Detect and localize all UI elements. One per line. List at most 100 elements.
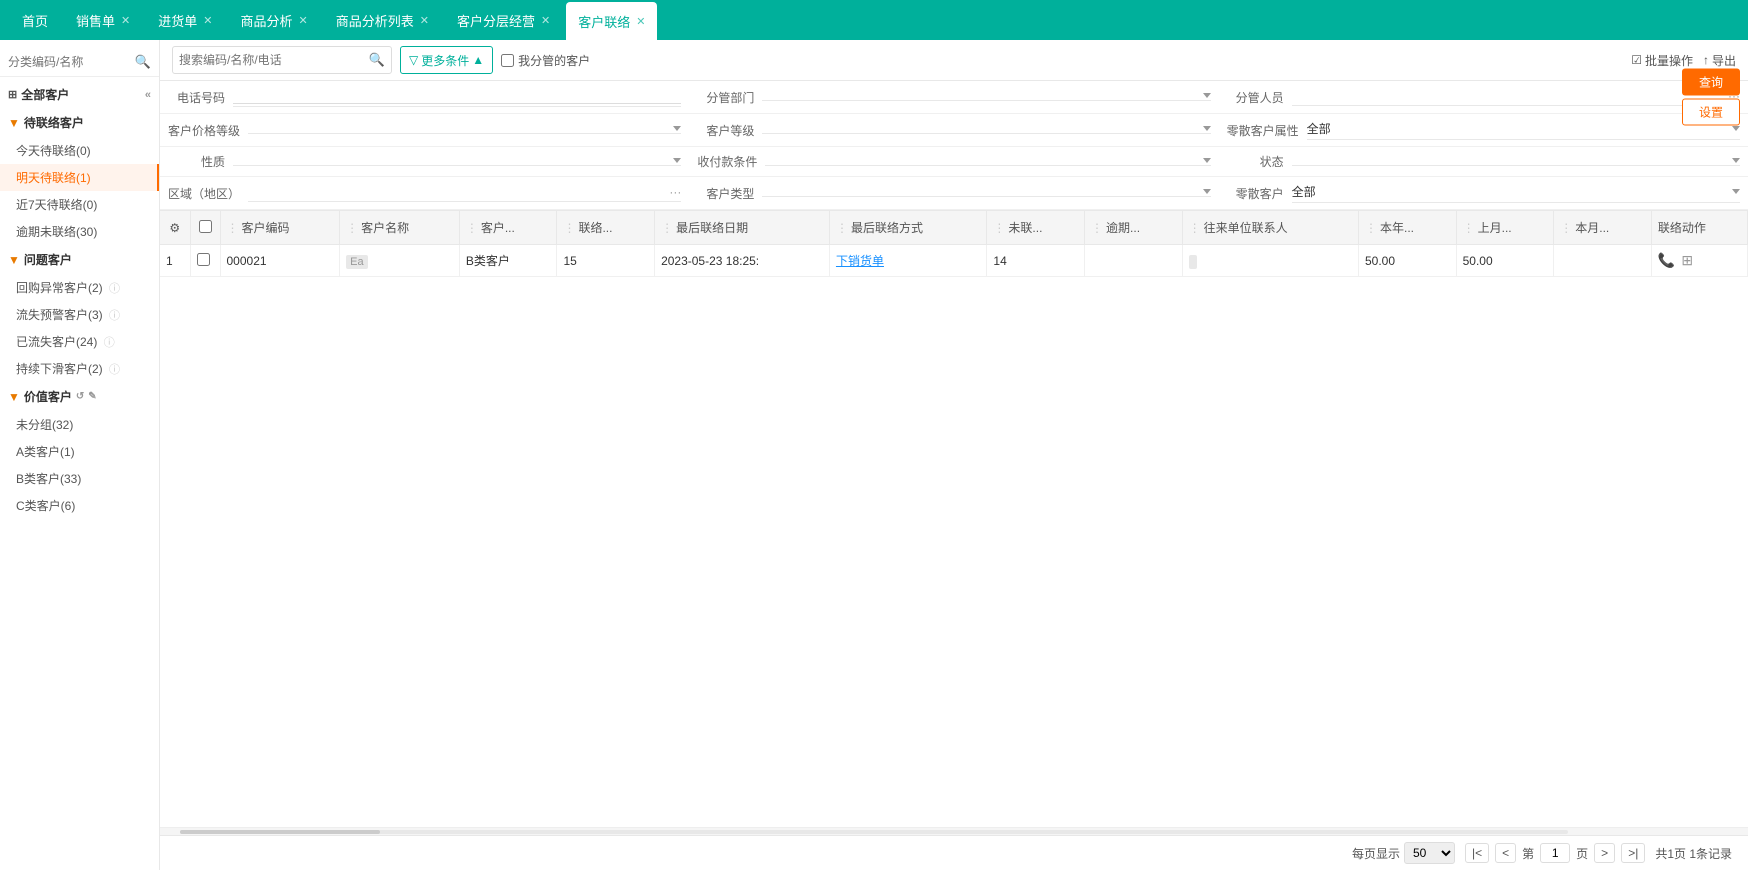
filter-retail-attr-select[interactable]: 全部 (1307, 120, 1740, 140)
reset-button[interactable]: 设置 (1682, 99, 1740, 126)
prev-page-button[interactable]: < (1495, 843, 1516, 863)
phone-action-icon[interactable]: 📞 (1658, 252, 1675, 269)
sidebar-item-churned[interactable]: 已流失客户(24) ⓘ (0, 328, 159, 355)
grid-action-icon[interactable]: ⊞ (1681, 252, 1693, 269)
sidebar-item-overdue-contact[interactable]: 逾期未联络(30) (0, 218, 159, 245)
close-icon[interactable]: ✕ (299, 14, 308, 27)
th-checkbox[interactable] (190, 211, 220, 245)
sidebar-item-7days-contact[interactable]: 近7天待联络(0) (0, 191, 159, 218)
td-current-year: 50.00 (1359, 245, 1457, 277)
select-all-checkbox[interactable] (199, 220, 212, 233)
page-input[interactable] (1540, 843, 1570, 863)
nav-tab-sales[interactable]: 销售单 ✕ (64, 0, 142, 40)
filter-region-value[interactable]: ··· (248, 185, 681, 202)
th-contact-count[interactable]: ⋮联络... (557, 211, 655, 245)
table-row: 1 000021 Ea B类客户 15 2023-05-23 18:25: 下销… (160, 245, 1748, 277)
next-page-button[interactable]: > (1594, 843, 1615, 863)
nav-tab-analysis-list[interactable]: 商品分析列表 ✕ (324, 0, 441, 40)
export-button[interactable]: ↑ 导出 (1703, 52, 1736, 69)
th-actions: 联络动作 (1651, 211, 1747, 245)
filter-manager-label: 分管人员 (1227, 89, 1292, 106)
close-icon[interactable]: ✕ (121, 14, 130, 27)
chevron-down-icon (1203, 158, 1211, 163)
sidebar-item-abnormal-repurchase[interactable]: 回购异常客户(2) ⓘ (0, 274, 159, 301)
chevron-down-icon (1732, 189, 1740, 194)
filter-manager-value[interactable]: ··· (1292, 89, 1740, 106)
filter-status: 状态 (1219, 147, 1748, 177)
td-checkbox[interactable] (190, 245, 220, 277)
sidebar-item-class-a[interactable]: A类客户(1) (0, 438, 159, 465)
sidebar-item-churn-warning[interactable]: 流失预警客户(3) ⓘ (0, 301, 159, 328)
th-last-month[interactable]: ⋮上月... (1456, 211, 1554, 245)
sidebar-search-input[interactable] (8, 55, 135, 69)
filter-phone-input[interactable] (233, 87, 681, 104)
td-last-contact-method[interactable]: 下销货单 (829, 245, 986, 277)
chevron-down-icon (673, 158, 681, 163)
first-page-button[interactable]: |< (1465, 843, 1489, 863)
filter-payment-select[interactable] (765, 158, 1210, 166)
sidebar-item-class-c[interactable]: C类客户(6) (0, 492, 159, 519)
filter-nature-select[interactable] (233, 158, 681, 166)
filter-customer-type-label: 客户类型 (697, 185, 762, 202)
customer-table: ⚙ ⋮客户编码 ⋮客户名称 ⋮客户... ⋮联络... ⋮最后联络日期 ⋮最后联… (160, 211, 1748, 277)
filter-price-level-label: 客户价格等级 (168, 122, 248, 139)
filter-dept-select[interactable] (762, 93, 1210, 101)
th-last-contact-method[interactable]: ⋮最后联络方式 (829, 211, 986, 245)
horizontal-scrollbar[interactable] (160, 827, 1748, 835)
filter-customer-level-select[interactable] (762, 126, 1210, 134)
filter-actions: 查询 设置 (1682, 69, 1740, 126)
collapse-icon[interactable]: « (145, 89, 151, 101)
query-button[interactable]: 查询 (1682, 69, 1740, 96)
sidebar-item-declining[interactable]: 持续下滑客户(2) ⓘ (0, 355, 159, 382)
th-current-year[interactable]: ⋮本年... (1359, 211, 1457, 245)
close-icon[interactable]: ✕ (636, 15, 645, 28)
nav-tab-customer-contact[interactable]: 客户联络 ✕ (566, 2, 657, 40)
contact-method-link[interactable]: 下销货单 (836, 254, 884, 268)
scrollbar-thumb[interactable] (180, 830, 380, 834)
close-icon[interactable]: ✕ (420, 14, 429, 27)
filter-status-select[interactable] (1292, 158, 1740, 166)
search-icon[interactable]: 🔍 (369, 52, 385, 68)
search-input[interactable] (179, 53, 369, 67)
toolbar-right: ☑ 批量操作 ↑ 导出 (1631, 52, 1736, 69)
td-last-month: 50.00 (1456, 245, 1554, 277)
last-page-button[interactable]: >| (1621, 843, 1645, 863)
per-page-select[interactable]: 50 100 200 (1404, 842, 1455, 864)
th-uncontacted[interactable]: ⋮未联... (987, 211, 1085, 245)
batch-op-button[interactable]: ☑ 批量操作 (1631, 52, 1693, 69)
nav-tab-purchase[interactable]: 进货单 ✕ (146, 0, 224, 40)
sidebar-item-today-contact[interactable]: 今天待联络(0) (0, 137, 159, 164)
export-icon: ↑ (1703, 53, 1709, 67)
edit-icon[interactable]: ✎ (88, 391, 96, 402)
sidebar-item-tomorrow-contact[interactable]: 明天待联络(1) (0, 164, 159, 191)
filter-price-level-select[interactable] (248, 126, 681, 134)
sidebar-all-customers[interactable]: ⊞ 全部客户 « (0, 81, 159, 108)
more-filter-button[interactable]: ▽ 更多条件 ▲ (400, 46, 493, 74)
refresh-icon[interactable]: ↺ (76, 391, 84, 402)
th-current-month[interactable]: ⋮本月... (1554, 211, 1652, 245)
nav-home[interactable]: 首页 (10, 11, 60, 30)
th-contact-person[interactable]: ⋮往来单位联系人 (1182, 211, 1358, 245)
th-last-contact-date[interactable]: ⋮最后联络日期 (655, 211, 830, 245)
nav-tab-analysis[interactable]: 商品分析 ✕ (228, 0, 319, 40)
filter-nature: 性质 (160, 147, 689, 177)
close-icon[interactable]: ✕ (541, 14, 550, 27)
th-customer-type[interactable]: ⋮客户... (459, 211, 557, 245)
search-icon[interactable]: 🔍 (135, 54, 151, 70)
filter-customer-type-select[interactable] (762, 189, 1210, 197)
row-checkbox[interactable] (197, 253, 210, 266)
th-overdue[interactable]: ⋮逾期... (1085, 211, 1183, 245)
sidebar-item-ungrouped[interactable]: 未分组(32) (0, 411, 159, 438)
sidebar-item-class-b[interactable]: B类客户(33) (0, 465, 159, 492)
close-icon[interactable]: ✕ (203, 14, 212, 27)
th-name[interactable]: ⋮客户名称 (340, 211, 460, 245)
chevron-down-icon (673, 126, 681, 131)
th-settings[interactable]: ⚙ (160, 211, 190, 245)
th-code[interactable]: ⋮客户编码 (220, 211, 340, 245)
nav-tab-customer-stratification[interactable]: 客户分层经营 ✕ (445, 0, 562, 40)
main-layout: 🔍 ⊞ 全部客户 « ▼ 待联络客户 今天待联络(0) 明天待联络(1) 近7天… (0, 40, 1748, 870)
my-customers-checkbox-label[interactable]: 我分管的客户 (501, 52, 590, 69)
filter-retail-customer-select[interactable]: 全部 (1292, 183, 1740, 203)
my-customers-checkbox[interactable] (501, 54, 514, 67)
filter-retail-attr: 零散客户属性 全部 (1219, 114, 1748, 147)
